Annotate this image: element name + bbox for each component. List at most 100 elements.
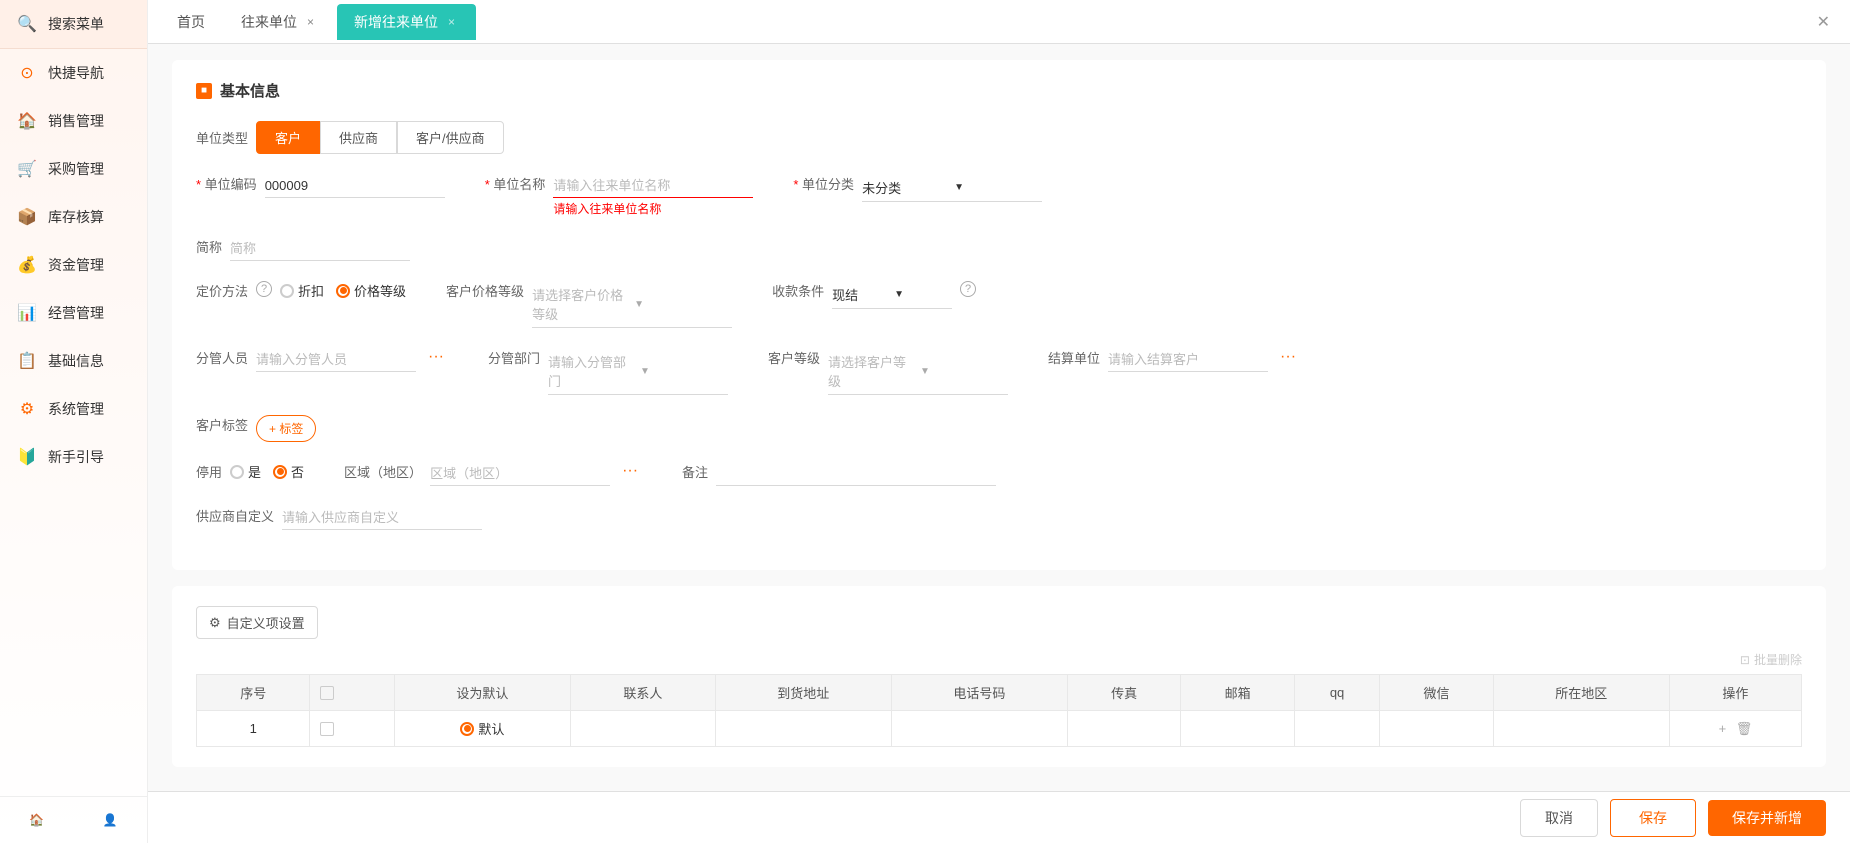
col-region: 所在地区 [1493,675,1669,711]
sidebar-item-system[interactable]: ⚙ 系统管理 [0,385,147,433]
manager-input[interactable] [256,348,416,372]
unit-name-input[interactable] [553,174,753,198]
system-icon: ⚙ [16,398,38,420]
col-fax: 传真 [1067,675,1180,711]
payment-field: 收款条件 现结 ▼ ? [772,281,976,309]
settlement-input[interactable] [1108,348,1268,372]
supplier-custom-input[interactable] [282,506,482,530]
disabled-no-circle [273,465,287,479]
unit-category-label: 单位分类 [793,174,854,193]
tab-home[interactable]: 首页 [160,4,222,40]
customer-level-field: 客户等级 请选择客户等级 ▼ [768,348,1008,395]
price-level-label: 客户价格等级 [446,281,524,300]
row-checkbox [310,711,394,747]
row-address [715,711,891,747]
tab-new-partner[interactable]: 新增往来单位 × [337,4,476,40]
region-label: 区域（地区） [344,462,422,481]
row-fax [1067,711,1180,747]
sidebar-item-operation[interactable]: 📊 经营管理 [0,289,147,337]
settlement-dots-btn[interactable]: ··· [1276,348,1300,366]
sidebar-item-guide[interactable]: 🔰 新手引导 [0,433,147,481]
row-add-btn[interactable]: + [1719,721,1727,736]
sidebar-item-purchase[interactable]: 🛒 采购管理 [0,145,147,193]
row-default: 默认 [394,711,570,747]
dept-select[interactable]: 请输入分管部门 ▼ [548,348,728,395]
sidebar-user-btn[interactable]: 👤 [74,805,148,835]
guide-icon: 🔰 [16,446,38,468]
dept-chevron-icon: ▼ [640,366,728,377]
row-action: + 🗑 [1669,711,1801,747]
col-seq: 序号 [197,675,310,711]
tab-partner[interactable]: 往来单位 × [224,4,335,40]
add-tag-btn[interactable]: + 标签 [256,415,316,442]
manager-field: 分管人员 ··· [196,348,448,372]
row-qq [1294,711,1380,747]
tab-new-partner-close[interactable]: × [444,13,459,31]
supplier-custom-row: 供应商自定义 [196,506,1802,530]
type-btn-customer[interactable]: 客户 [256,121,320,154]
tab-bar: 首页 往来单位 × 新增往来单位 × ✕ [148,0,1850,44]
row-email [1181,711,1294,747]
unit-name-label: 单位名称 [485,174,546,193]
tab-partner-label: 往来单位 [241,12,297,32]
sidebar-item-finance[interactable]: 💰 资金管理 [0,241,147,289]
batch-delete-label[interactable]: 批量删除 [1754,651,1802,668]
row-phone [891,711,1067,747]
basic-icon: 📋 [16,350,38,372]
unit-code-field: 单位编码 [196,174,445,198]
sidebar-item-sales[interactable]: 🏠 销售管理 [0,97,147,145]
pricing-help-icon[interactable]: ? [256,281,272,297]
tab-partner-close[interactable]: × [303,13,318,31]
pricing-field: 定价方法 ? 折扣 价格等级 [196,281,406,300]
disabled-no-radio[interactable]: 否 [273,462,304,481]
type-btn-supplier[interactable]: 供应商 [320,121,397,154]
settlement-label: 结算单位 [1048,348,1100,367]
type-btn-both[interactable]: 客户/供应商 [397,121,504,154]
sidebar-item-basic[interactable]: 📋 基础信息 [0,337,147,385]
unit-code-label: 单位编码 [196,174,257,193]
main-area: 首页 往来单位 × 新增往来单位 × ✕ ■ 基本信息 单位类型 [148,0,1850,843]
abbr-row: 简称 [196,237,1802,261]
region-dots-btn[interactable]: ··· [618,462,642,480]
sidebar-quick-nav-label: 快捷导航 [48,63,104,83]
save-button[interactable]: 保存 [1610,799,1696,837]
sidebar-inventory-label: 库存核算 [48,207,104,227]
sidebar-home-btn[interactable]: 🏠 [0,805,74,835]
cancel-button[interactable]: 取消 [1520,799,1598,837]
basic-info-card: ■ 基本信息 单位类型 客户 供应商 客户/供应商 单位编码 [172,60,1826,570]
save-new-button[interactable]: 保存并新增 [1708,800,1826,836]
region-input[interactable] [430,462,610,486]
select-all-checkbox[interactable] [320,686,334,700]
row-del-btn[interactable]: 🗑 [1736,721,1753,736]
price-level-select[interactable]: 请选择客户价格等级 ▼ [532,281,732,328]
sidebar-item-quick-nav[interactable]: ⊙ 快捷导航 [0,49,147,97]
col-wechat: 微信 [1380,675,1493,711]
custom-settings-btn[interactable]: ⚙ 自定义项设置 [196,606,318,639]
row-default-radio[interactable]: 默认 [405,719,560,738]
payment-help-icon[interactable]: ? [960,281,976,297]
pricing-radio-discount[interactable]: 折扣 [280,281,324,300]
code-name-cat-row: 单位编码 单位名称 请输入往来单位名称 单位分类 未分类 ▼ [196,174,1802,217]
region-field: 区域（地区） ··· [344,462,642,486]
sidebar-item-inventory[interactable]: 📦 库存核算 [0,193,147,241]
customer-level-chevron-icon: ▼ [920,366,1008,377]
unit-code-input[interactable] [265,174,445,198]
customer-level-select[interactable]: 请选择客户等级 ▼ [828,348,1008,395]
unit-category-select[interactable]: 未分类 ▼ [862,174,1042,202]
sidebar-basic-label: 基础信息 [48,351,104,371]
inventory-icon: 📦 [16,206,38,228]
sidebar-item-search[interactable]: 🔍 搜索菜单 [0,0,147,49]
unit-type-label: 单位类型 [196,128,248,147]
contact-card: ⚙ 自定义项设置 ⊡ 批量删除 序号 设为默认 联系人 到货地址 电话号码 传真 [172,586,1826,767]
disabled-yes-radio[interactable]: 是 [230,462,261,481]
row-check[interactable] [320,722,334,736]
abbr-input[interactable] [230,237,410,261]
pricing-radio-level[interactable]: 价格等级 [336,281,406,300]
unit-type-field: 单位类型 客户 供应商 客户/供应商 [196,121,504,154]
payment-chevron-icon: ▼ [894,289,952,300]
remarks-input[interactable] [716,462,996,486]
col-email: 邮箱 [1181,675,1294,711]
payment-select[interactable]: 现结 ▼ [832,281,952,309]
manager-dots-btn[interactable]: ··· [424,348,448,366]
window-close-btn[interactable]: ✕ [1809,8,1838,36]
